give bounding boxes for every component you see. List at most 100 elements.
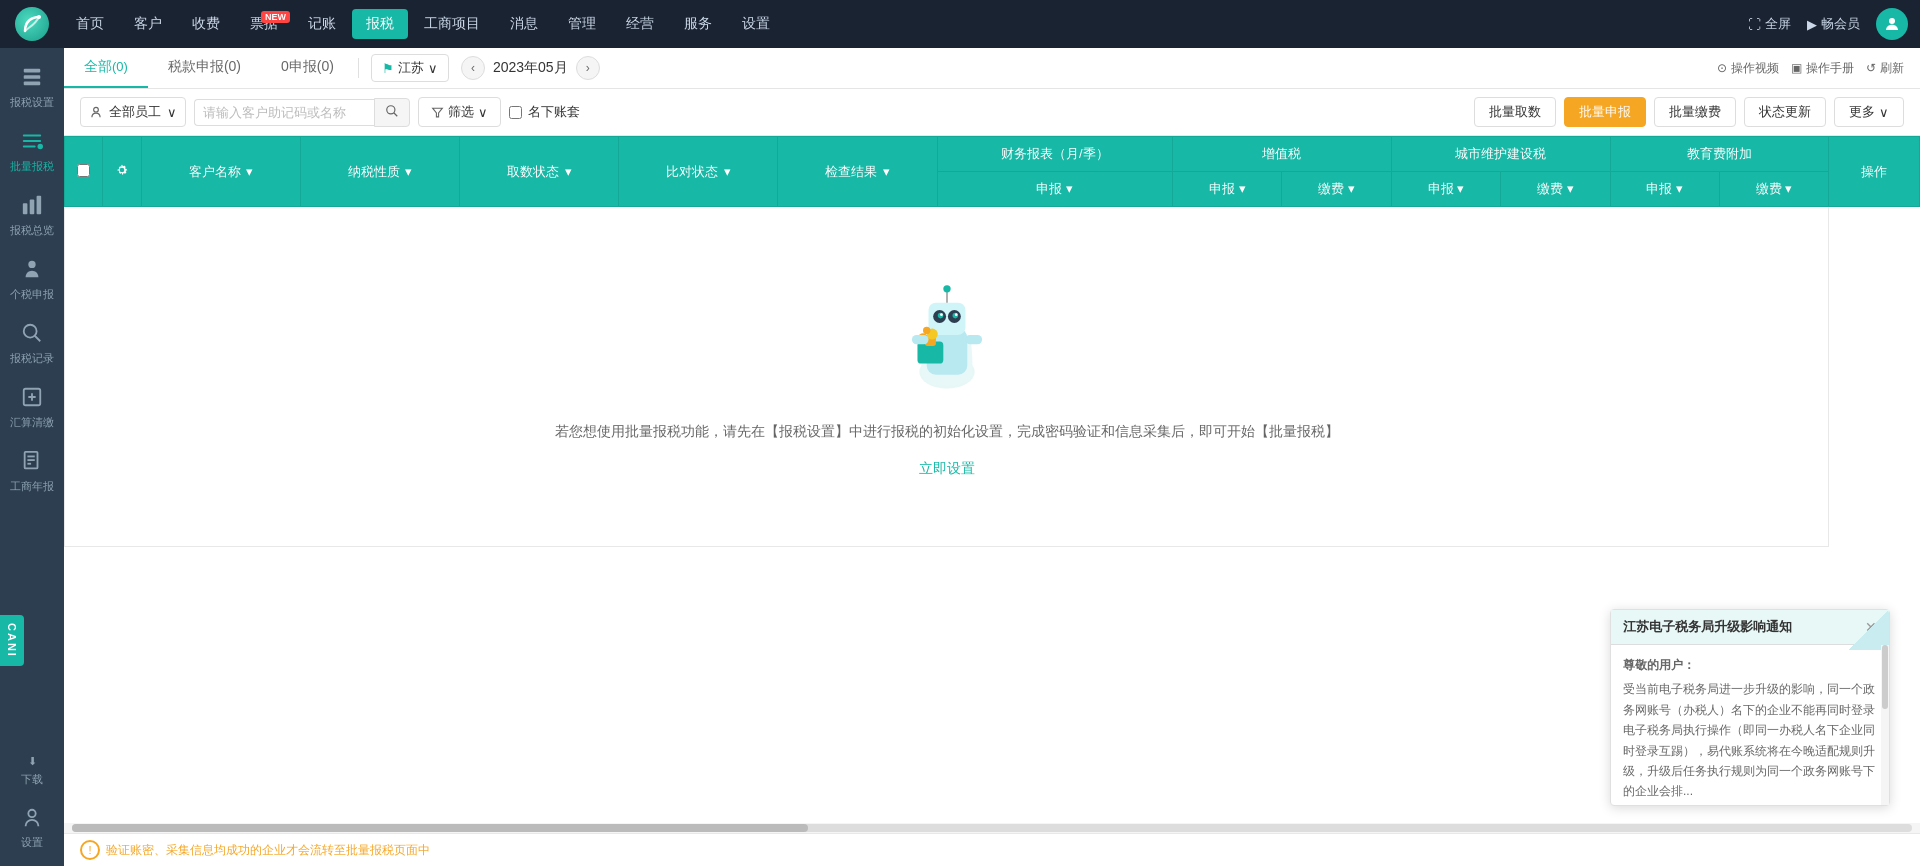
sidebar-bottom: ⬇ 下载 设置 bbox=[17, 747, 47, 866]
th-filter-city-declare[interactable]: ▾ bbox=[1457, 181, 1464, 196]
app-logo[interactable] bbox=[12, 4, 52, 44]
search-button[interactable] bbox=[374, 98, 410, 127]
svg-rect-5 bbox=[23, 135, 41, 137]
sidebar-label-batch-tax: 批量报税 bbox=[10, 159, 54, 174]
nav-tax[interactable]: 报税 bbox=[352, 9, 408, 39]
accounts-checkbox-wrap: 名下账套 bbox=[509, 103, 580, 121]
province-select[interactable]: ⚑ 江苏 ∨ bbox=[371, 54, 449, 82]
tax-records-icon bbox=[21, 322, 43, 347]
svg-rect-41 bbox=[912, 335, 929, 344]
status-update-btn[interactable]: 状态更新 bbox=[1744, 97, 1826, 127]
personal-tax-icon bbox=[21, 258, 43, 283]
sidebar: 报税设置 批量报税 报税总览 个税申报 报税记录 bbox=[0, 48, 64, 866]
prev-month-btn[interactable]: ‹ bbox=[461, 56, 485, 80]
th-edu-declare: 申报 ▾ bbox=[1610, 172, 1719, 207]
batch-declare-btn[interactable]: 批量申报 bbox=[1564, 97, 1646, 127]
sidebar-item-annual-report[interactable]: 工商年报 bbox=[0, 440, 64, 504]
sidebar-item-tax-settings[interactable]: 报税设置 bbox=[0, 56, 64, 120]
th-filter-city-pay[interactable]: ▾ bbox=[1567, 181, 1574, 196]
tax-overview-icon bbox=[21, 194, 43, 219]
batch-tax-icon bbox=[21, 130, 43, 155]
nav-manage[interactable]: 管理 bbox=[554, 9, 610, 39]
accounts-checkbox[interactable] bbox=[509, 106, 522, 119]
nav-service[interactable]: 服务 bbox=[670, 9, 726, 39]
employee-chevron-icon: ∨ bbox=[167, 105, 177, 120]
th-education: 教育费附加 bbox=[1610, 137, 1829, 172]
tab-all[interactable]: 全部(0) bbox=[64, 48, 148, 88]
th-gear bbox=[103, 137, 142, 207]
notification-scrollbar[interactable] bbox=[1881, 645, 1889, 805]
th-filter-edu-declare[interactable]: ▾ bbox=[1676, 181, 1683, 196]
nav-settings[interactable]: 设置 bbox=[728, 9, 784, 39]
svg-point-21 bbox=[94, 107, 99, 112]
next-month-btn[interactable]: › bbox=[576, 56, 600, 80]
th-filter-vat-declare[interactable]: ▾ bbox=[1239, 181, 1246, 196]
th-edu-pay: 缴费 ▾ bbox=[1719, 172, 1828, 207]
svg-rect-7 bbox=[23, 146, 36, 148]
scrollbar-thumb[interactable] bbox=[72, 824, 808, 832]
nav-operation[interactable]: 经营 bbox=[612, 9, 668, 39]
fullscreen-icon: ⛶ bbox=[1748, 17, 1761, 32]
svg-point-13 bbox=[24, 325, 37, 338]
employee-select[interactable]: 全部员工 ∨ bbox=[80, 97, 186, 127]
member-label: 畅会员 bbox=[1821, 15, 1860, 33]
search-icon bbox=[385, 104, 399, 118]
batch-fetch-btn[interactable]: 批量取数 bbox=[1474, 97, 1556, 127]
tab-all-label: 全部 bbox=[84, 58, 112, 74]
user-avatar[interactable] bbox=[1876, 8, 1908, 40]
nav-accounting[interactable]: 记账 bbox=[294, 9, 350, 39]
th-check-label: 检查结果 bbox=[825, 164, 877, 179]
th-filter-icon-tax[interactable]: ▾ bbox=[405, 164, 412, 179]
th-filter-edu-pay[interactable]: ▾ bbox=[1785, 181, 1792, 196]
sidebar-item-batch-tax[interactable]: 批量报税 bbox=[0, 120, 64, 184]
sidebar-item-personal-tax[interactable]: 个税申报 bbox=[0, 248, 64, 312]
nav-home[interactable]: 首页 bbox=[62, 9, 118, 39]
nav-message[interactable]: 消息 bbox=[496, 9, 552, 39]
svg-rect-4 bbox=[24, 82, 41, 86]
sidebar-download[interactable]: ⬇ 下载 bbox=[17, 747, 47, 795]
cani-badge[interactable]: CANI bbox=[0, 615, 24, 666]
th-action: 操作 bbox=[1829, 137, 1920, 207]
th-filter-icon-customer[interactable]: ▾ bbox=[246, 164, 253, 179]
th-filter-icon-compare[interactable]: ▾ bbox=[724, 164, 731, 179]
operation-manual-btn[interactable]: ▣ 操作手册 bbox=[1791, 60, 1854, 77]
member-btn[interactable]: ▶ 畅会员 bbox=[1807, 15, 1860, 33]
th-filter-icon-check[interactable]: ▾ bbox=[883, 164, 890, 179]
sidebar-label-tax-overview: 报税总览 bbox=[10, 223, 54, 238]
th-filter-vat-pay[interactable]: ▾ bbox=[1348, 181, 1355, 196]
horizontal-scrollbar[interactable] bbox=[64, 823, 1920, 833]
fullscreen-btn[interactable]: ⛶ 全屏 bbox=[1748, 15, 1791, 33]
nav-invoice[interactable]: 票据 NEW bbox=[236, 9, 292, 39]
tab-zero-declare[interactable]: 0申报(0) bbox=[261, 48, 354, 88]
th-filter-financial[interactable]: ▾ bbox=[1066, 181, 1073, 196]
search-input-wrap bbox=[194, 98, 410, 127]
gear-icon bbox=[115, 163, 129, 177]
tab-tax-declare[interactable]: 税款申报(0) bbox=[148, 48, 261, 88]
search-input[interactable] bbox=[194, 99, 374, 126]
th-compare-label: 比对状态 bbox=[666, 164, 718, 179]
refresh-icon: ↺ bbox=[1866, 61, 1876, 75]
select-all-checkbox[interactable] bbox=[77, 164, 90, 177]
nav-business[interactable]: 工商项目 bbox=[410, 9, 494, 39]
nav-customer[interactable]: 客户 bbox=[120, 9, 176, 39]
sidebar-item-settlement[interactable]: 汇算清缴 bbox=[0, 376, 64, 440]
setup-link[interactable]: 立即设置 bbox=[919, 460, 975, 478]
warning-icon: ! bbox=[80, 840, 100, 860]
sidebar-item-tax-records[interactable]: 报税记录 bbox=[0, 312, 64, 376]
sidebar-item-tax-overview[interactable]: 报税总览 bbox=[0, 184, 64, 248]
refresh-btn[interactable]: ↺ 刷新 bbox=[1866, 60, 1904, 77]
nav-billing[interactable]: 收费 bbox=[178, 9, 234, 39]
filter-button[interactable]: 筛选 ∨ bbox=[418, 97, 501, 127]
svg-rect-10 bbox=[30, 200, 35, 215]
user-settings-icon bbox=[21, 807, 43, 831]
more-btn[interactable]: 更多 ∨ bbox=[1834, 97, 1904, 127]
bottom-warning-text: 验证账密、采集信息均成功的企业才会流转至批量报税页面中 bbox=[106, 842, 430, 859]
tab-zero-label: 0申报 bbox=[281, 58, 317, 74]
province-flag-icon: ⚑ bbox=[382, 61, 394, 76]
operation-video-btn[interactable]: ⊙ 操作视频 bbox=[1717, 60, 1779, 77]
th-filter-icon-fetch[interactable]: ▾ bbox=[565, 164, 572, 179]
tab-declare-label: 税款申报 bbox=[168, 58, 224, 74]
notif-scrollbar-thumb bbox=[1882, 645, 1888, 709]
batch-pay-btn[interactable]: 批量缴费 bbox=[1654, 97, 1736, 127]
sidebar-user-settings[interactable]: 设置 bbox=[17, 799, 47, 858]
